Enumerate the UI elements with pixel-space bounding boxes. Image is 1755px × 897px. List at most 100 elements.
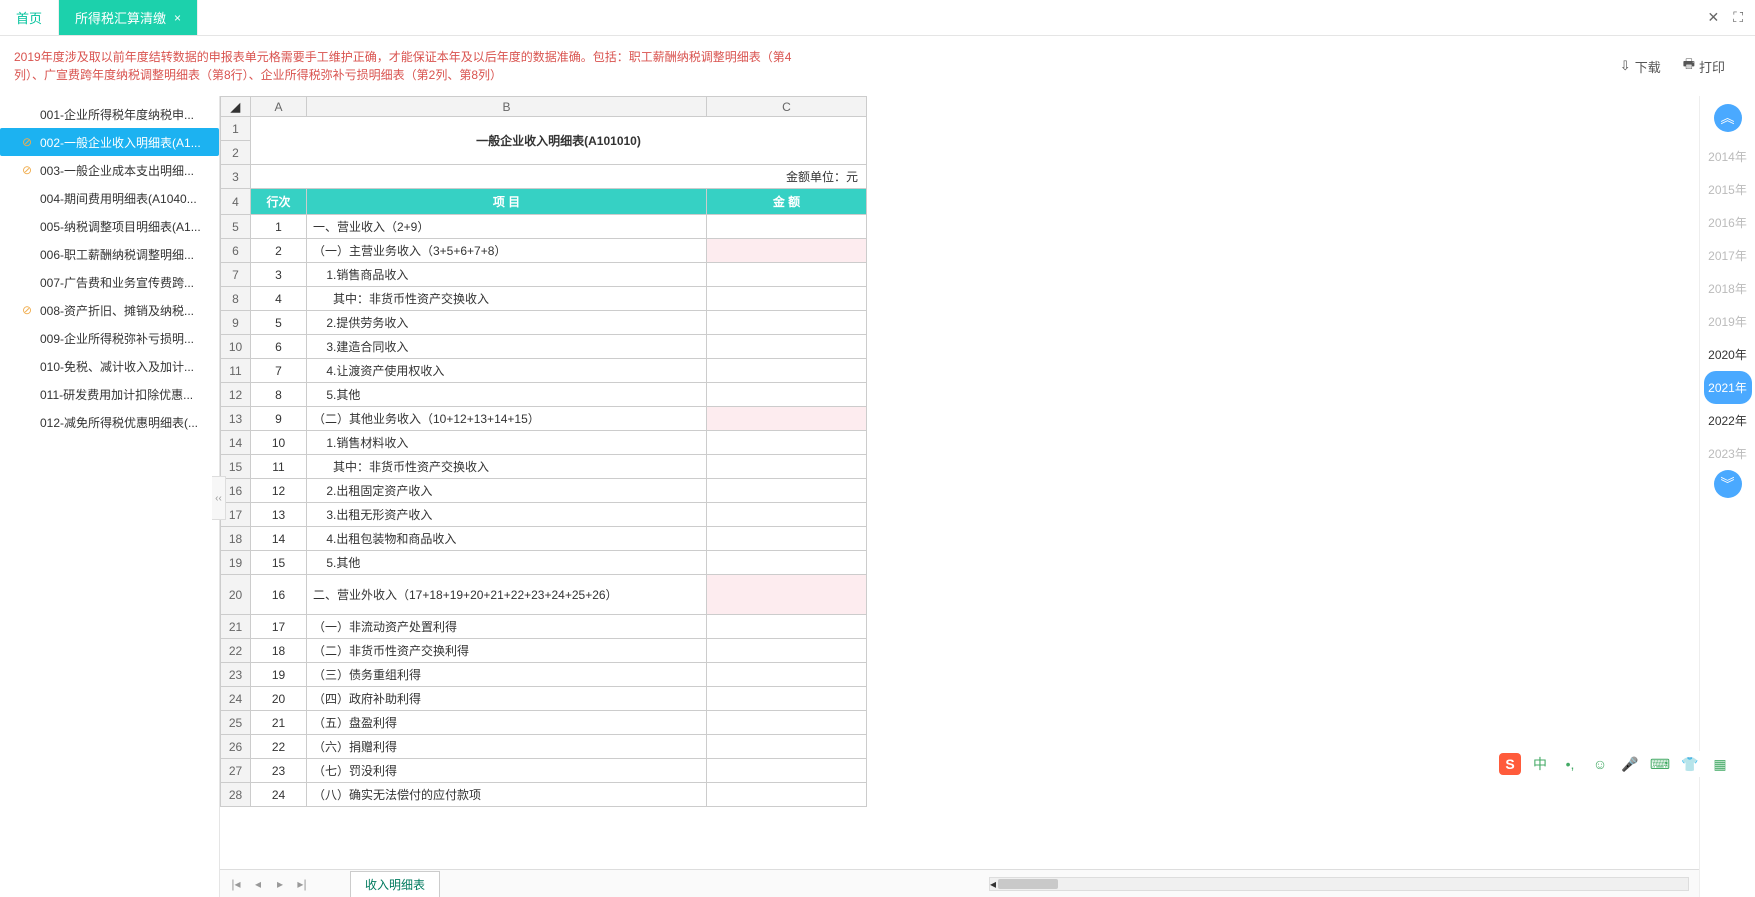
amount-cell[interactable] xyxy=(707,287,867,311)
amount-cell[interactable] xyxy=(707,687,867,711)
amount-cell[interactable] xyxy=(707,431,867,455)
item-cell[interactable]: 5.其他 xyxy=(307,383,707,407)
amount-cell[interactable] xyxy=(707,783,867,807)
amount-cell[interactable] xyxy=(707,239,867,263)
ime-cn-icon[interactable]: 中 xyxy=(1529,753,1551,775)
item-cell[interactable]: （一）非流动资产处置利得 xyxy=(307,615,707,639)
year-option[interactable]: 2015年 xyxy=(1704,173,1752,206)
ime-punct-icon[interactable]: •, xyxy=(1559,753,1581,775)
row-header[interactable]: 13 xyxy=(221,407,251,431)
item-cell[interactable]: 二、营业外收入（17+18+19+20+21+22+23+24+25+26） xyxy=(307,575,707,615)
sheet-tab[interactable]: 收入明细表 xyxy=(350,871,440,897)
sidebar-item[interactable]: 004-期间费用明细表(A1040... xyxy=(0,184,219,212)
sheet-nav-next[interactable]: ▸ xyxy=(272,877,288,891)
col-header[interactable]: B xyxy=(307,97,707,117)
item-cell[interactable]: 4.让渡资产使用权收入 xyxy=(307,359,707,383)
row-number-cell[interactable]: 20 xyxy=(251,687,307,711)
item-cell[interactable]: 一、营业收入（2+9） xyxy=(307,215,707,239)
sidebar-item[interactable]: ⊘008-资产折旧、摊销及纳税... xyxy=(0,296,219,324)
year-option[interactable]: 2023年 xyxy=(1704,437,1752,470)
year-option[interactable]: 2017年 xyxy=(1704,239,1752,272)
ime-sogou-icon[interactable]: S xyxy=(1499,753,1521,775)
item-cell[interactable]: 3.出租无形资产收入 xyxy=(307,503,707,527)
amount-cell[interactable] xyxy=(707,383,867,407)
item-cell[interactable]: 2.提供劳务收入 xyxy=(307,311,707,335)
fullscreen-icon[interactable]: ⛶ xyxy=(1733,9,1743,26)
amount-cell[interactable] xyxy=(707,359,867,383)
sidebar-item[interactable]: 012-减免所得税优惠明细表(... xyxy=(0,408,219,436)
row-number-cell[interactable]: 13 xyxy=(251,503,307,527)
row-header[interactable]: 15 xyxy=(221,455,251,479)
sheet-nav-last[interactable]: ▸| xyxy=(294,877,310,891)
amount-cell[interactable] xyxy=(707,215,867,239)
amount-cell[interactable] xyxy=(707,527,867,551)
tab-active[interactable]: 所得税汇算清缴× xyxy=(59,0,198,35)
row-number-cell[interactable]: 19 xyxy=(251,663,307,687)
row-header[interactable]: 19 xyxy=(221,551,251,575)
ime-tool-icon[interactable]: ▦ xyxy=(1709,753,1731,775)
row-number-cell[interactable]: 5 xyxy=(251,311,307,335)
sidebar-item[interactable]: 007-广告费和业务宣传费跨... xyxy=(0,268,219,296)
row-number-cell[interactable]: 9 xyxy=(251,407,307,431)
row-number-cell[interactable]: 3 xyxy=(251,263,307,287)
amount-cell[interactable] xyxy=(707,551,867,575)
amount-cell[interactable] xyxy=(707,711,867,735)
row-header[interactable]: 21 xyxy=(221,615,251,639)
row-header[interactable]: 1 xyxy=(221,117,251,141)
item-cell[interactable]: 4.出租包装物和商品收入 xyxy=(307,527,707,551)
sidebar-item[interactable]: 009-企业所得税弥补亏损明... xyxy=(0,324,219,352)
item-cell[interactable]: （五）盘盈利得 xyxy=(307,711,707,735)
amount-cell[interactable] xyxy=(707,335,867,359)
amount-cell[interactable] xyxy=(707,479,867,503)
amount-cell[interactable] xyxy=(707,759,867,783)
row-header[interactable]: 26 xyxy=(221,735,251,759)
item-cell[interactable]: （八）确实无法偿付的应付款项 xyxy=(307,783,707,807)
row-header[interactable]: 6 xyxy=(221,239,251,263)
row-number-cell[interactable]: 22 xyxy=(251,735,307,759)
close-icon[interactable]: × xyxy=(174,11,181,25)
year-scroll-up[interactable]: ︽ xyxy=(1714,104,1742,132)
row-number-cell[interactable]: 23 xyxy=(251,759,307,783)
row-number-cell[interactable]: 12 xyxy=(251,479,307,503)
row-header[interactable]: 8 xyxy=(221,287,251,311)
item-cell[interactable]: （一）主营业务收入（3+5+6+7+8） xyxy=(307,239,707,263)
amount-cell[interactable] xyxy=(707,735,867,759)
item-cell[interactable]: 3.建造合同收入 xyxy=(307,335,707,359)
row-number-cell[interactable]: 17 xyxy=(251,615,307,639)
ime-skin-icon[interactable]: 👕 xyxy=(1679,753,1701,775)
spreadsheet[interactable]: ◢ A B C 1一般企业收入明细表(A101010)23金额单位：元4行次项 … xyxy=(220,96,867,807)
item-cell[interactable]: 1.销售材料收入 xyxy=(307,431,707,455)
ime-emoji-icon[interactable]: ☺ xyxy=(1589,753,1611,775)
tab-home[interactable]: 首页 xyxy=(0,0,59,35)
sheet-nav-first[interactable]: |◂ xyxy=(228,877,244,891)
row-header[interactable]: 11 xyxy=(221,359,251,383)
item-cell[interactable]: 其中：非货币性资产交换收入 xyxy=(307,287,707,311)
amount-cell[interactable] xyxy=(707,615,867,639)
year-option[interactable]: 2016年 xyxy=(1704,206,1752,239)
year-option[interactable]: 2020年 xyxy=(1704,338,1752,371)
row-header[interactable]: 25 xyxy=(221,711,251,735)
item-cell[interactable]: 其中：非货币性资产交换收入 xyxy=(307,455,707,479)
sidebar-item[interactable]: 005-纳税调整项目明细表(A1... xyxy=(0,212,219,240)
row-number-cell[interactable]: 7 xyxy=(251,359,307,383)
sidebar-item[interactable]: ⊘002-一般企业收入明细表(A1... xyxy=(0,128,219,156)
row-number-cell[interactable]: 24 xyxy=(251,783,307,807)
row-header[interactable]: 9 xyxy=(221,311,251,335)
ime-voice-icon[interactable]: 🎤 xyxy=(1619,753,1641,775)
sheet-nav-prev[interactable]: ◂ xyxy=(250,877,266,891)
item-cell[interactable]: （二）非货币性资产交换利得 xyxy=(307,639,707,663)
amount-cell[interactable] xyxy=(707,503,867,527)
row-number-cell[interactable]: 2 xyxy=(251,239,307,263)
amount-cell[interactable] xyxy=(707,263,867,287)
sidebar-item[interactable]: ⊘003-一般企业成本支出明细... xyxy=(0,156,219,184)
row-number-cell[interactable]: 15 xyxy=(251,551,307,575)
sidebar-item[interactable]: 010-免税、减计收入及加计... xyxy=(0,352,219,380)
close-window-icon[interactable]: ✕ xyxy=(1707,9,1719,26)
row-header[interactable]: 4 xyxy=(221,189,251,215)
sidebar-item[interactable]: 011-研发费用加计扣除优惠... xyxy=(0,380,219,408)
year-option[interactable]: 2019年 xyxy=(1704,305,1752,338)
row-number-cell[interactable]: 14 xyxy=(251,527,307,551)
year-option[interactable]: 2018年 xyxy=(1704,272,1752,305)
row-header[interactable]: 27 xyxy=(221,759,251,783)
row-number-cell[interactable]: 1 xyxy=(251,215,307,239)
